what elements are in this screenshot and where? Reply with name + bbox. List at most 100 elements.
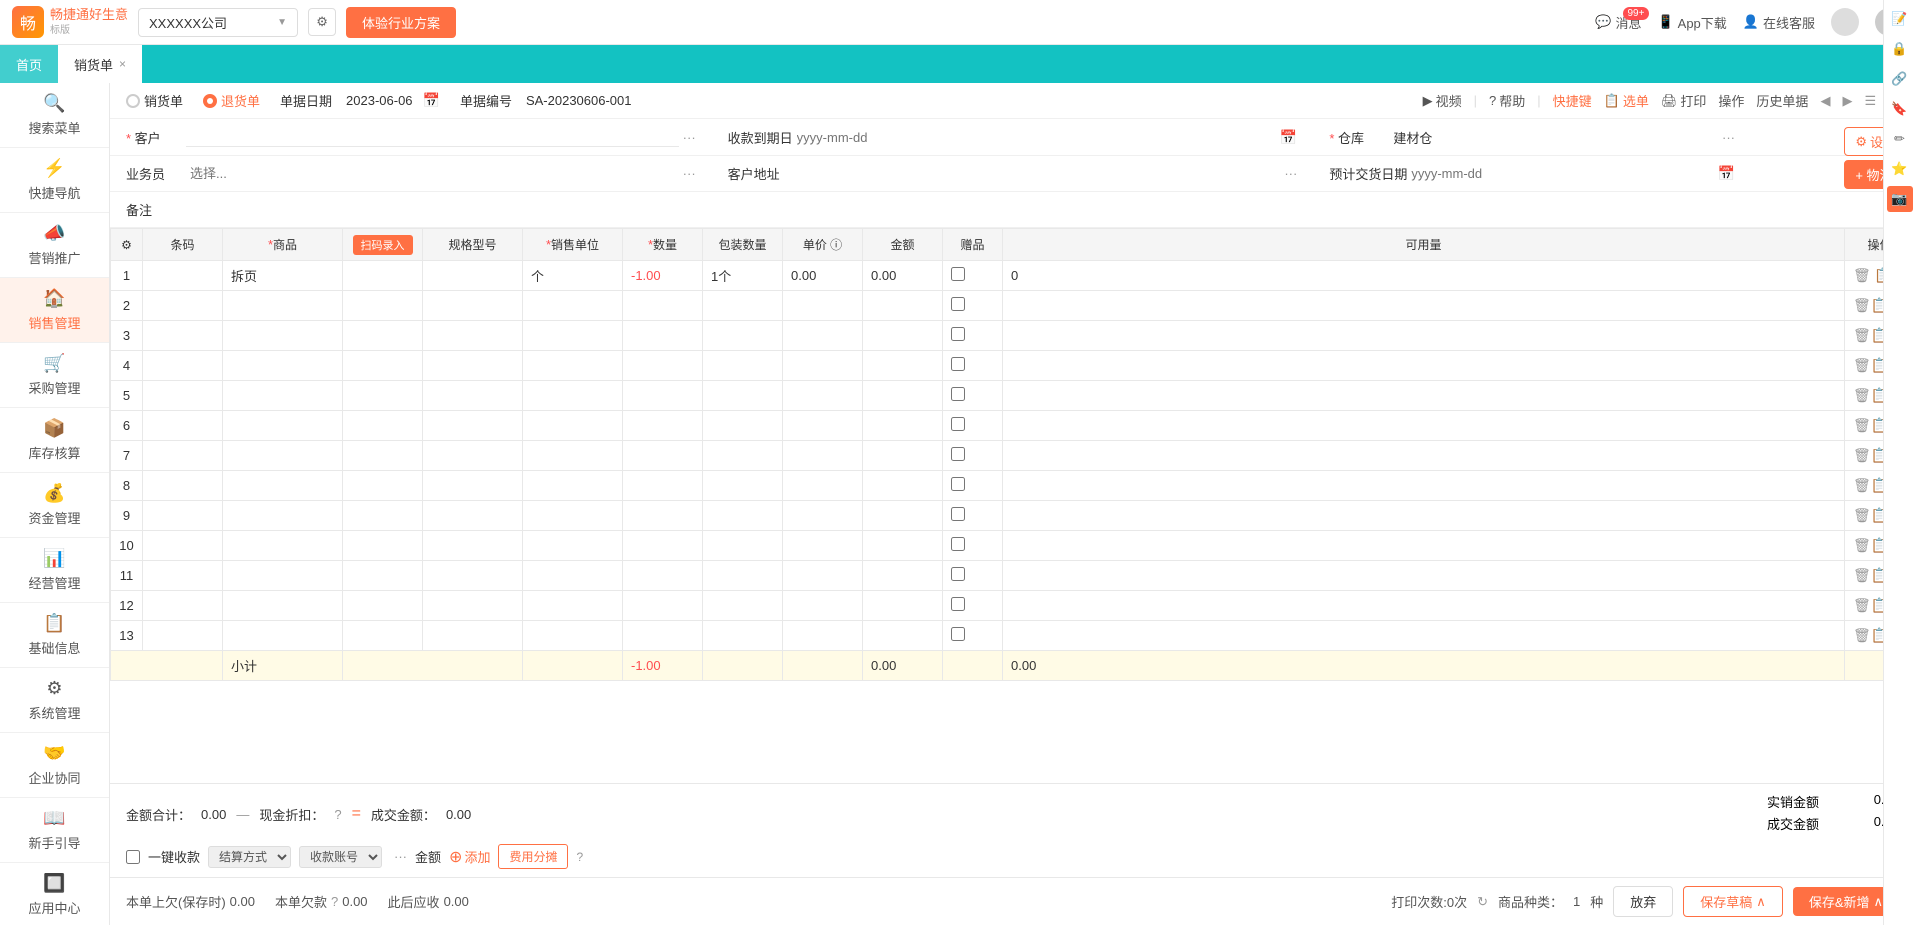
right-btn-link[interactable]: 🔗 [1887,83,1913,92]
scan-btn[interactable]: 扫码录入 [353,235,413,255]
gift-checkbox-5[interactable] [951,387,965,401]
delete-icon-11[interactable]: 🗑 [1853,567,1871,583]
delete-icon-9[interactable]: 🗑 [1853,507,1871,523]
avatar[interactable] [1831,8,1859,36]
online-service-btn[interactable]: 👤 在线客服 [1743,13,1815,32]
save-draft-button[interactable]: 保存草稿 ∧ [1683,886,1783,917]
tab-home[interactable]: 首页 [0,45,58,83]
delivery-date-input[interactable] [1407,164,1713,183]
delivery-calendar-icon[interactable]: 📅 [1718,165,1735,182]
tab-close-icon[interactable]: × [119,57,126,71]
message-btn[interactable]: 💬 消息 99+ [1595,13,1641,32]
sidebar-item-corp-collab[interactable]: 🤝 企业协同 [0,733,109,798]
calendar-icon[interactable]: 📅 [423,92,440,109]
right-btn-star[interactable]: ⭐ [1887,156,1913,182]
trial-button[interactable]: 体验行业方案 [346,7,456,38]
delete-icon-7[interactable]: 🗑 [1853,447,1871,463]
right-btn-edit[interactable]: ✏ [1887,126,1913,152]
delete-icon-2[interactable]: 🗑 [1853,297,1871,313]
help-icon: ? [1489,93,1496,108]
gift-checkbox-10[interactable] [951,537,965,551]
payment-calendar-icon[interactable]: 📅 [1280,129,1297,146]
settings-gear-icon[interactable]: ⚙ [308,8,336,36]
sidebar-item-sales[interactable]: 🏠 销售管理 [0,278,109,343]
delete-icon-8[interactable]: 🗑 [1853,477,1871,493]
account-select[interactable]: 收款账号 [299,846,382,868]
delete-icon-4[interactable]: 🗑 [1853,357,1871,373]
table-row: 6🗑📋 [111,411,1915,441]
table-row: 10🗑📋 [111,531,1915,561]
gift-checkbox-4[interactable] [951,357,965,371]
discard-button[interactable]: 放弃 [1613,886,1673,917]
gift-checkbox-8[interactable] [951,477,965,491]
delete-icon-5[interactable]: 🗑 [1853,387,1871,403]
gift-checkbox-7[interactable] [951,447,965,461]
sidebar-item-app-center[interactable]: 🔲 应用中心 [0,863,109,925]
shortcut-btn[interactable]: 快捷键 [1553,91,1592,110]
salesperson-input[interactable] [186,164,679,183]
gift-checkbox-2[interactable] [951,297,965,311]
remark-input[interactable] [186,202,1899,217]
customer-select-icon[interactable]: ··· [683,130,696,145]
overdue-help-icon[interactable]: ? [331,894,338,909]
warehouse-select-icon[interactable]: ··· [1722,130,1735,145]
customer-input[interactable] [186,127,679,147]
right-btn-bookmark[interactable]: 🔖 [1887,96,1913,122]
col-settings[interactable]: ⚙ [111,229,143,261]
content-wrapper: 销货单 退货单 单据日期 2023-06-06 📅 单据编号 SA-202306… [110,83,1915,925]
refresh-icon[interactable]: ↻ [1477,894,1488,910]
gift-checkbox-11[interactable] [951,567,965,581]
sidebar-item-marketing[interactable]: 📣 营销推广 [0,213,109,278]
print-btn[interactable]: 🖨 打印 [1661,91,1707,110]
warehouse-input[interactable] [1389,128,1718,147]
gift-checkbox-13[interactable] [951,627,965,641]
sidebar-item-finance[interactable]: 💰 资金管理 [0,473,109,538]
delete-icon-3[interactable]: 🗑 [1853,327,1871,343]
gift-checkbox-12[interactable] [951,597,965,611]
delete-icon-10[interactable]: 🗑 [1853,537,1871,553]
gift-checkbox-6[interactable] [951,417,965,431]
list-view-icon[interactable]: ☰ [1864,93,1876,109]
sidebar-item-basic-info[interactable]: 📋 基础信息 [0,603,109,668]
payment-due-input[interactable] [793,128,1276,147]
calc-method-select[interactable]: 结算方式 [208,846,291,868]
one-click-pay-checkbox[interactable] [126,850,140,864]
prev-icon[interactable]: ◀ [1820,93,1830,109]
company-selector[interactable]: XXXXXX公司 ▼ [138,8,298,37]
add-button[interactable]: ⊕ 添加 [449,847,490,867]
expense-btn[interactable]: 费用分摊 [498,844,568,869]
radio-sale[interactable]: 销货单 [126,91,183,110]
sidebar-item-inventory[interactable]: 📦 库存核算 [0,408,109,473]
help-btn[interactable]: ? 帮助 [1489,91,1525,110]
sidebar-search[interactable]: 🔍 搜索菜单 [0,83,109,148]
history-btn[interactable]: 历史单据 [1756,91,1808,110]
sidebar-item-operations[interactable]: 📊 经营管理 [0,538,109,603]
delete-icon-12[interactable]: 🗑 [1853,597,1871,613]
sidebar-item-guide[interactable]: 📖 新手引导 [0,798,109,863]
delete-icon-6[interactable]: 🗑 [1853,417,1871,433]
gift-checkbox-1[interactable] [951,267,965,281]
add-icon: ⊕ [449,847,462,867]
tab-sale[interactable]: 销货单 × [58,45,142,83]
sidebar-item-quick-nav[interactable]: ⚡ 快捷导航 [0,148,109,213]
gift-checkbox-3[interactable] [951,327,965,341]
address-select-icon[interactable]: ··· [1284,166,1297,181]
operate-btn[interactable]: 操作 [1718,91,1744,110]
delete-icon-13[interactable]: 🗑 [1853,627,1871,643]
video-btn[interactable]: ▶ 视频 [1423,91,1462,110]
salesperson-select-icon[interactable]: ··· [683,166,696,181]
app-download-btn[interactable]: 📱 App下载 [1657,13,1726,32]
sidebar-item-purchase[interactable]: 🛒 采购管理 [0,343,109,408]
right-btn-camera[interactable]: 📷 [1887,186,1913,212]
radio-return[interactable]: 退货单 [203,91,260,110]
next-icon[interactable]: ▶ [1842,93,1852,109]
expense-help-icon[interactable]: ? [576,850,583,864]
account-dots-icon[interactable]: ··· [394,849,407,864]
sidebar-item-system[interactable]: ⚙ 系统管理 [0,668,109,733]
cash-discount-help[interactable]: ? [334,807,341,822]
select-btn[interactable]: 📋 选单 [1604,91,1649,110]
gift-checkbox-9[interactable] [951,507,965,521]
overdue-item: 本单欠款 ? 0.00 [275,892,368,911]
customer-address-input[interactable] [788,164,1281,183]
delete-icon-1[interactable]: 🗑 [1853,267,1871,283]
